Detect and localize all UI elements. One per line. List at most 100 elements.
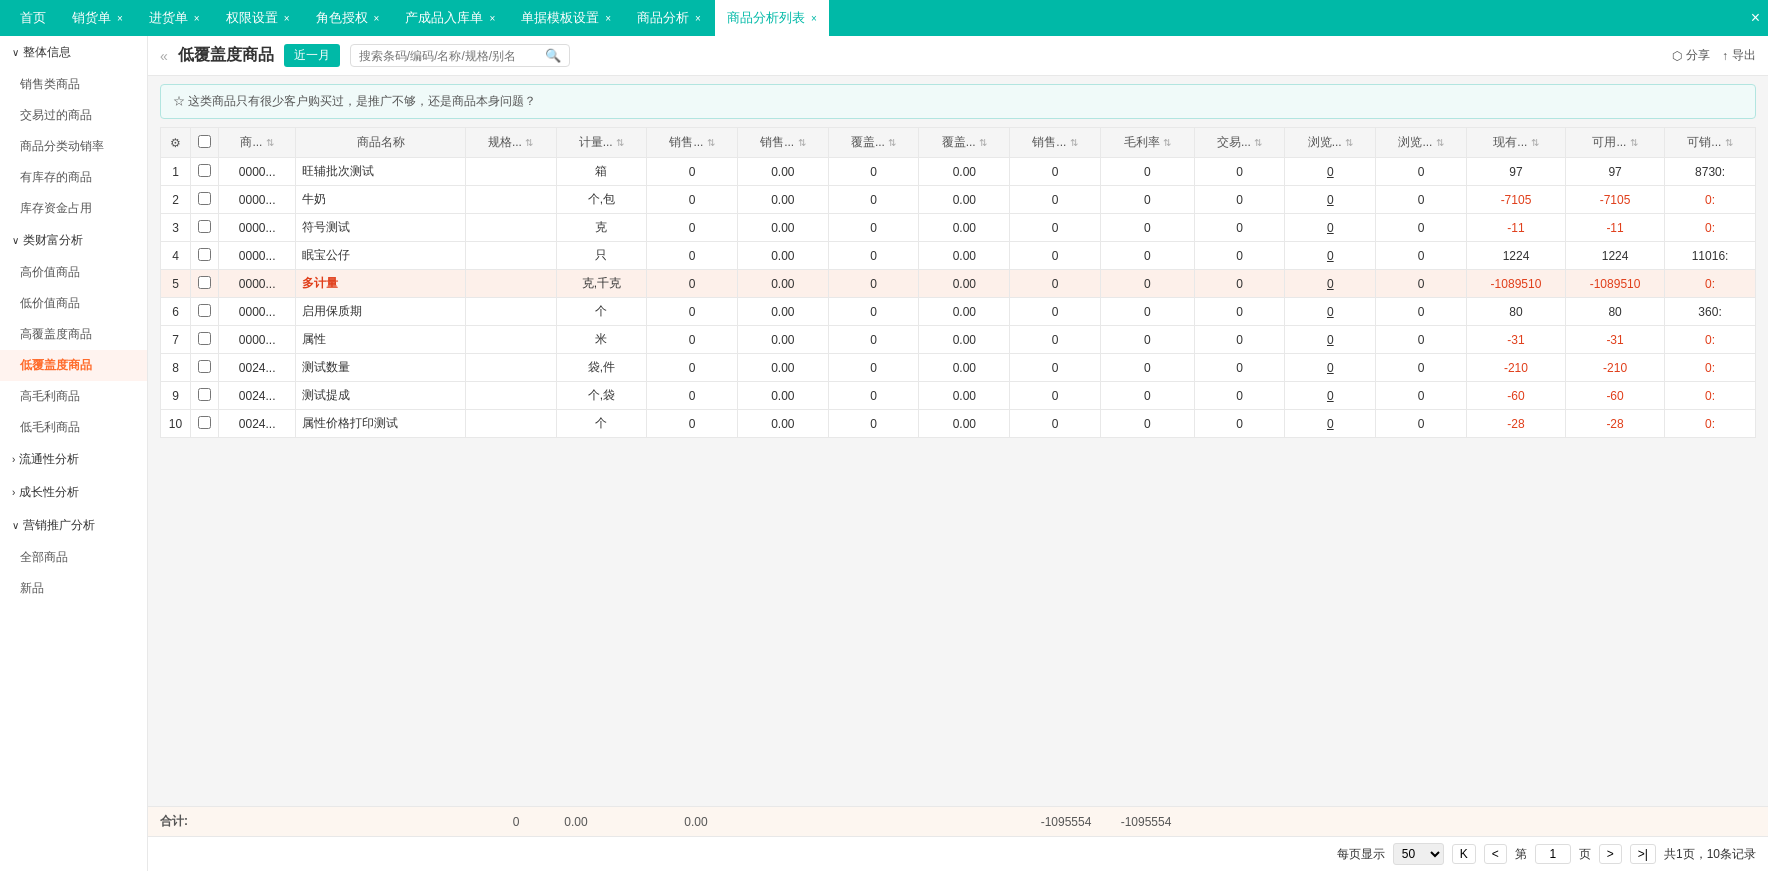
row-checkbox[interactable]: [198, 332, 211, 345]
sort-code[interactable]: ⇅: [266, 137, 274, 148]
cell-browse1[interactable]: 0: [1285, 410, 1376, 438]
col-name[interactable]: 商品名称: [296, 128, 465, 158]
nav-goods-analysis[interactable]: 商品分析 ×: [625, 0, 713, 36]
cell-name[interactable]: 牛奶: [296, 186, 465, 214]
col-settings[interactable]: ⚙: [161, 128, 191, 158]
cell-browse1[interactable]: 0: [1285, 382, 1376, 410]
share-button[interactable]: ⬡ 分享: [1672, 47, 1710, 64]
row-checkbox[interactable]: [198, 276, 211, 289]
sidebar-item-capital[interactable]: 库存资金占用: [0, 193, 147, 224]
section-overall[interactable]: ∨ 整体信息: [0, 36, 147, 69]
section-circulation[interactable]: › 流通性分析: [0, 443, 147, 476]
cell-checkbox[interactable]: [191, 298, 219, 326]
first-page-btn[interactable]: K: [1452, 844, 1476, 864]
sidebar-item-low-profit[interactable]: 低毛利商品: [0, 412, 147, 443]
sort-browse2[interactable]: ⇅: [1436, 137, 1444, 148]
page-size-select[interactable]: 50 20 100: [1393, 843, 1444, 865]
cell-name[interactable]: 属性价格打印测试: [296, 410, 465, 438]
col-current-stock[interactable]: 现有... ⇅: [1466, 128, 1565, 158]
col-unit[interactable]: 计量... ⇅: [556, 128, 647, 158]
cell-checkbox[interactable]: [191, 354, 219, 382]
nav-production[interactable]: 产成品入库单 ×: [393, 0, 507, 36]
col-trade[interactable]: 交易... ⇅: [1194, 128, 1285, 158]
nav-close-production[interactable]: ×: [489, 13, 495, 24]
cell-name[interactable]: 符号测试: [296, 214, 465, 242]
sort-cover2[interactable]: ⇅: [979, 137, 987, 148]
sidebar-item-high-coverage[interactable]: 高覆盖度商品: [0, 319, 147, 350]
cell-checkbox[interactable]: [191, 186, 219, 214]
cell-browse1[interactable]: 0: [1285, 354, 1376, 382]
sort-sales3[interactable]: ⇅: [1070, 137, 1078, 148]
sidebar-item-high-profit[interactable]: 高毛利商品: [0, 381, 147, 412]
cell-checkbox[interactable]: [191, 242, 219, 270]
cell-name[interactable]: 属性: [296, 326, 465, 354]
export-button[interactable]: ↑ 导出: [1722, 47, 1756, 64]
cell-checkbox[interactable]: [191, 270, 219, 298]
sidebar-item-traded-goods[interactable]: 交易过的商品: [0, 100, 147, 131]
sidebar-item-low-value[interactable]: 低价值商品: [0, 288, 147, 319]
sidebar-item-sales-goods[interactable]: 销售类商品: [0, 69, 147, 100]
sidebar-collapse-btn[interactable]: «: [160, 48, 168, 64]
nav-template[interactable]: 单据模板设置 ×: [509, 0, 623, 36]
sort-browse1[interactable]: ⇅: [1345, 137, 1353, 148]
nav-sales[interactable]: 销货单 ×: [60, 0, 135, 36]
nav-close-sales[interactable]: ×: [117, 13, 123, 24]
nav-close-goods-analysis[interactable]: ×: [695, 13, 701, 24]
sidebar-item-high-value[interactable]: 高价值商品: [0, 257, 147, 288]
select-all-checkbox[interactable]: [198, 135, 211, 148]
sidebar-item-category-rate[interactable]: 商品分类动销率: [0, 131, 147, 162]
cell-name[interactable]: 启用保质期: [296, 298, 465, 326]
col-sales3[interactable]: 销售... ⇅: [1010, 128, 1101, 158]
col-browse2[interactable]: 浏览... ⇅: [1376, 128, 1467, 158]
row-checkbox[interactable]: [198, 164, 211, 177]
period-button[interactable]: 近一月: [284, 44, 340, 67]
cell-name[interactable]: 眠宝公仔: [296, 242, 465, 270]
cell-browse1[interactable]: 0: [1285, 242, 1376, 270]
section-growth[interactable]: › 成长性分析: [0, 476, 147, 509]
cell-name[interactable]: 多计量: [296, 270, 465, 298]
table-container[interactable]: ⚙ 商... ⇅ 商品名称 规格... ⇅ 计量...: [148, 127, 1768, 806]
cell-browse1[interactable]: 0: [1285, 270, 1376, 298]
col-sales-qty[interactable]: 销售... ⇅: [647, 128, 738, 158]
sort-gross-rate[interactable]: ⇅: [1163, 137, 1171, 148]
section-marketing[interactable]: ∨ 营销推广分析: [0, 509, 147, 542]
cell-name[interactable]: 测试数量: [296, 354, 465, 382]
row-checkbox[interactable]: [198, 220, 211, 233]
col-saleable[interactable]: 可销... ⇅: [1665, 128, 1756, 158]
cell-checkbox[interactable]: [191, 214, 219, 242]
sort-available[interactable]: ⇅: [1630, 137, 1638, 148]
col-checkbox[interactable]: [191, 128, 219, 158]
cell-browse1[interactable]: 0: [1285, 326, 1376, 354]
sidebar-item-all-goods[interactable]: 全部商品: [0, 542, 147, 573]
row-checkbox[interactable]: [198, 360, 211, 373]
cell-checkbox[interactable]: [191, 158, 219, 186]
sidebar-item-low-coverage[interactable]: 低覆盖度商品: [0, 350, 147, 381]
cell-checkbox[interactable]: [191, 410, 219, 438]
col-code[interactable]: 商... ⇅: [219, 128, 296, 158]
sort-cover1[interactable]: ⇅: [888, 137, 896, 148]
col-sales-amt[interactable]: 销售... ⇅: [737, 128, 828, 158]
row-checkbox[interactable]: [198, 304, 211, 317]
next-page-btn[interactable]: >: [1599, 844, 1622, 864]
cell-name[interactable]: 旺辅批次测试: [296, 158, 465, 186]
sort-sales-qty[interactable]: ⇅: [707, 137, 715, 148]
cell-name[interactable]: 测试提成: [296, 382, 465, 410]
search-input[interactable]: [359, 49, 545, 63]
row-checkbox[interactable]: [198, 388, 211, 401]
row-checkbox[interactable]: [198, 248, 211, 261]
section-wealth[interactable]: ∨ 类财富分析: [0, 224, 147, 257]
nav-close-template[interactable]: ×: [605, 13, 611, 24]
col-cover2[interactable]: 覆盖... ⇅: [919, 128, 1010, 158]
sort-saleable[interactable]: ⇅: [1725, 137, 1733, 148]
nav-close-goods-list[interactable]: ×: [811, 13, 817, 24]
nav-home[interactable]: 首页: [8, 0, 58, 36]
col-available[interactable]: 可用... ⇅: [1566, 128, 1665, 158]
prev-page-btn[interactable]: <: [1484, 844, 1507, 864]
cell-checkbox[interactable]: [191, 326, 219, 354]
sort-trade[interactable]: ⇅: [1254, 137, 1262, 148]
nav-close-roles[interactable]: ×: [374, 13, 380, 24]
col-gross-rate[interactable]: 毛利率 ⇅: [1100, 128, 1194, 158]
sort-unit[interactable]: ⇅: [616, 137, 624, 148]
cell-browse1[interactable]: 0: [1285, 158, 1376, 186]
sidebar-item-stock-goods[interactable]: 有库存的商品: [0, 162, 147, 193]
